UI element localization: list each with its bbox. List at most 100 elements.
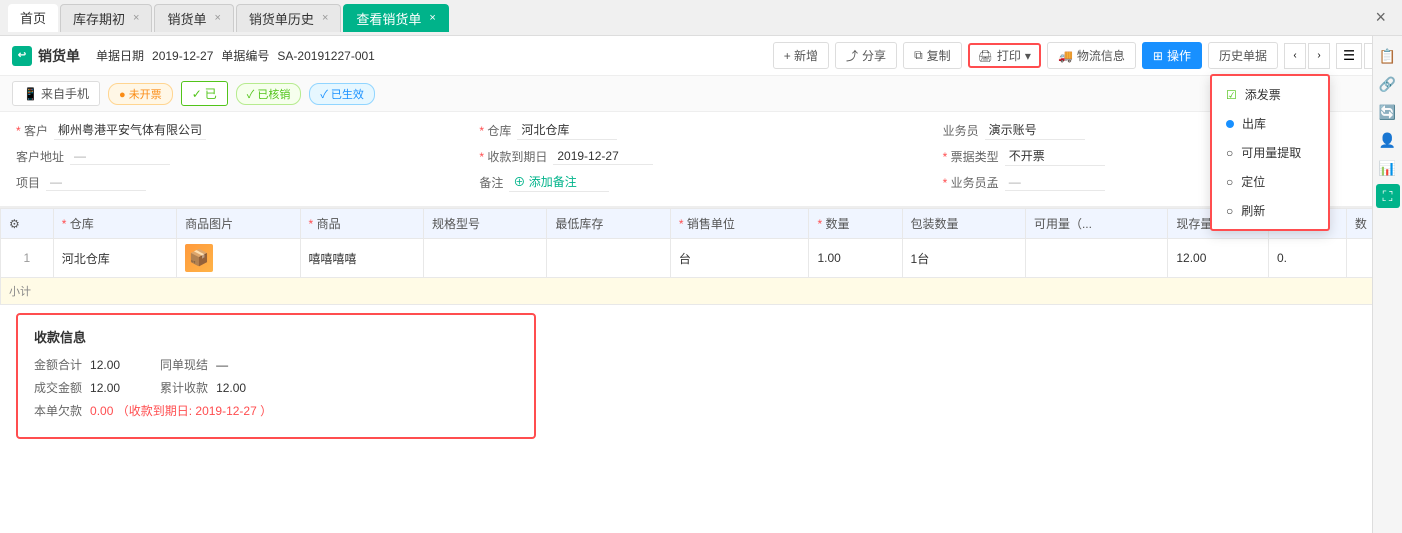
amount-total-label: 金额合计	[34, 356, 82, 373]
verify-label: 已	[205, 85, 217, 102]
warehouse-value[interactable]: 河北仓库	[517, 120, 617, 140]
dropdown-item-position[interactable]: ○ 定位	[1212, 167, 1328, 196]
col-qty: * 数量	[809, 209, 902, 239]
done-button[interactable]: ✓ 已核销	[236, 83, 302, 105]
verify-button[interactable]: ✓ 已	[181, 81, 228, 106]
outstanding-amount: 0.00	[90, 404, 113, 418]
add-note-button[interactable]: ⊕ 添加备注	[509, 172, 609, 192]
tab-view-sales-close[interactable]: ×	[429, 12, 435, 24]
row-stock: 12.00	[1168, 239, 1269, 278]
new-button[interactable]: + 新增	[773, 42, 829, 69]
due-date-label: 收款到期日	[479, 148, 547, 165]
row-product: 嘻嘻嘻嘻	[300, 239, 423, 278]
transaction-value: 12.00	[90, 381, 120, 395]
subtotal-row: 小计	[1, 278, 1402, 305]
dropdown-item-available-qty[interactable]: ○ 可用量提取	[1212, 138, 1328, 167]
sidebar-icon-chart[interactable]: 📊	[1376, 156, 1400, 180]
logistics-button[interactable]: 🚚 物流信息	[1047, 42, 1136, 69]
col-avail-qty: 可用量（...	[1025, 209, 1167, 239]
print-button[interactable]: 🖨 打印 ▾	[968, 43, 1041, 68]
not-open-icon: ●	[119, 89, 126, 101]
tab-sales-history-label: 销货单历史	[249, 9, 314, 28]
sidebar-icon-doc[interactable]: 📋	[1376, 44, 1400, 68]
customer-field: 客户 柳州粤港平安气体有限公司	[16, 120, 459, 140]
outstanding-value: 0.00 （收款到期日: 2019-12-27 ）	[90, 402, 272, 419]
dropdown-item-outbound[interactable]: 出库	[1212, 109, 1328, 138]
cumulative-item: 累计收款 12.00	[160, 379, 246, 396]
col-warehouse: * 仓库	[53, 209, 176, 239]
project-field: 项目 —	[16, 174, 459, 191]
address-value[interactable]: —	[70, 148, 170, 165]
effect-label: 已生效	[331, 89, 364, 101]
staff-value[interactable]: 演示账号	[985, 120, 1085, 140]
row-qty: 1.00	[809, 239, 902, 278]
share-button[interactable]: ⤴ 分享	[835, 42, 897, 69]
col-spec: 规格型号	[423, 209, 546, 239]
history-button[interactable]: 历史单据	[1208, 42, 1278, 69]
tab-home[interactable]: 首页	[8, 4, 58, 32]
col-image: 商品图片	[177, 209, 300, 239]
gear-icon: ⚙	[9, 217, 20, 231]
copy-button[interactable]: ⧉ 复制	[903, 42, 962, 69]
date-label: 单据日期	[96, 47, 144, 64]
right-sidebar: 📋 🔗 🔄 👤 📊 ⛶	[1372, 36, 1402, 533]
sidebar-icon-refresh[interactable]: 🔄	[1376, 100, 1400, 124]
form-row-2: 客户地址 — 收款到期日 2019-12-27 票据类型 不开票	[16, 146, 1386, 166]
staff2-value[interactable]: —	[1005, 174, 1105, 191]
due-date-value[interactable]: 2019-12-27	[553, 148, 653, 165]
tab-inventory[interactable]: 库存期初 ×	[60, 4, 152, 32]
nav-prev-button[interactable]: ‹	[1284, 43, 1306, 69]
no-value: SA-20191227-001	[277, 49, 374, 63]
tab-inventory-close[interactable]: ×	[133, 12, 139, 24]
not-open-button[interactable]: ● 未开票	[108, 83, 173, 105]
effect-button[interactable]: ✓ 已生效	[309, 83, 375, 105]
cumulative-value: 12.00	[216, 381, 246, 395]
tab-sales-history-close[interactable]: ×	[322, 12, 328, 24]
verify-icon: ✓	[192, 87, 202, 101]
from-mobile-label: 来自手机	[41, 85, 89, 102]
note-label: 备注	[479, 174, 503, 191]
row-image: 📦	[177, 239, 300, 278]
outstanding-item: 本单欠款 0.00 （收款到期日: 2019-12-27 ）	[34, 402, 272, 419]
project-value[interactable]: —	[46, 174, 146, 191]
tab-sales-close[interactable]: ×	[214, 12, 220, 24]
warehouse-label: 仓库	[479, 122, 511, 139]
copy-icon: ⧉	[914, 48, 923, 63]
project-label: 项目	[16, 174, 40, 191]
payment-info-section: 收款信息 金额合计 12.00 同单现结 — 成交金额 12.00 累计收款 1…	[16, 313, 536, 439]
dropdown-item-refresh[interactable]: ○ 刷新	[1212, 196, 1328, 225]
list-view-button[interactable]: ☰	[1336, 43, 1362, 69]
nav-next-button[interactable]: ›	[1308, 43, 1330, 69]
tab-view-sales-label: 查看销货单	[356, 9, 421, 28]
copy-label: 复制	[927, 47, 951, 64]
sales-table: ⚙ * 仓库 商品图片 * 商品 规格型号 最低库存 * 销售单位 * 数量 包…	[0, 208, 1402, 305]
transaction-item: 成交金额 12.00	[34, 379, 120, 396]
transaction-label: 成交金额	[34, 379, 82, 396]
ticket-label: 票据类型	[943, 148, 999, 165]
note-field: 备注 ⊕ 添加备注	[479, 172, 922, 192]
sidebar-icon-user[interactable]: 👤	[1376, 128, 1400, 152]
customer-value[interactable]: 柳州粤港平安气体有限公司	[54, 120, 206, 140]
payment-row-1: 金额合计 12.00 同单现结 —	[34, 356, 518, 373]
col-pack-qty: 包装数量	[902, 209, 1025, 239]
staff2-label: 业务员孟	[943, 174, 999, 191]
print-icon: 🖨	[978, 49, 993, 63]
row-price: 0.	[1269, 239, 1347, 278]
outstanding-label: 本单欠款	[34, 402, 82, 419]
row-warehouse: 河北仓库	[53, 239, 176, 278]
operation-button[interactable]: ⊞ 操作	[1142, 42, 1202, 69]
position-label: 定位	[1241, 173, 1265, 190]
dropdown-item-add-invoice[interactable]: ☑ 添发票	[1212, 80, 1328, 109]
sidebar-icon-link[interactable]: 🔗	[1376, 72, 1400, 96]
sidebar-icon-expand[interactable]: ⛶	[1376, 184, 1400, 208]
not-open-label: 未开票	[129, 89, 162, 101]
staff-label: 业务员	[943, 122, 979, 139]
tab-view-sales[interactable]: 查看销货单 ×	[343, 4, 448, 32]
tab-sales[interactable]: 销货单 ×	[154, 4, 233, 32]
tab-bar: 首页 库存期初 × 销货单 × 销货单历史 × 查看销货单 × ×	[0, 0, 1402, 36]
close-window-button[interactable]: ×	[1367, 7, 1394, 28]
row-pack-qty: 1台	[902, 239, 1025, 278]
ticket-value[interactable]: 不开票	[1005, 146, 1105, 166]
from-mobile-button[interactable]: 📱 来自手机	[12, 81, 100, 106]
tab-sales-history[interactable]: 销货单历史 ×	[236, 4, 341, 32]
